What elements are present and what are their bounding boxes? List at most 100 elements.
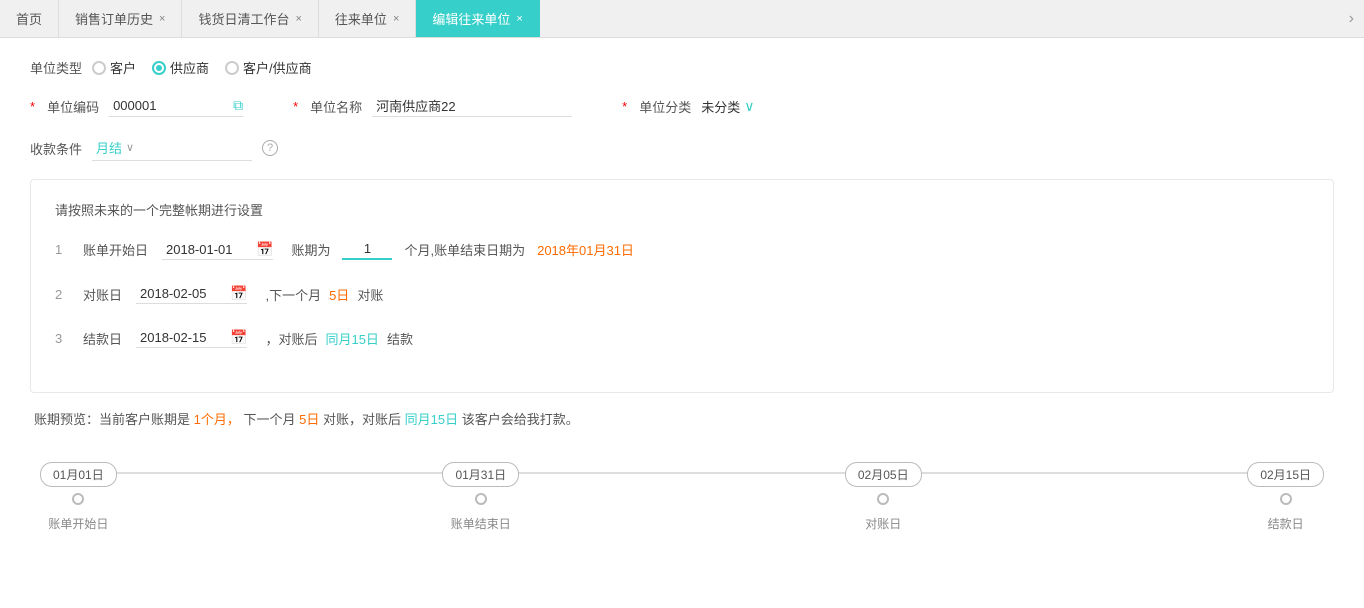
calendar-icon-1[interactable]: 📅 [256,241,273,258]
payment-terms-select[interactable]: 月结 ∨ [92,135,252,161]
payment-terms-row: 收款条件 月结 ∨ ? [30,135,1334,161]
timeline-points: 01月01日 账单开始日 01月31日 账单结束日 02月05日 对账日 02月… [40,462,1324,532]
tab-more-arrow[interactable]: › [1339,0,1364,37]
timeline-label-2: 对账日 [865,515,901,532]
radio-both[interactable]: 客户/供应商 [225,58,312,77]
payment-terms-help-icon[interactable]: ? [262,140,278,156]
unit-type-radio-group: 客户 供应商 客户/供应商 [92,58,312,77]
radio-supplier-circle [152,61,166,75]
radio-supplier[interactable]: 供应商 [152,58,209,77]
timeline-circle-2 [877,493,889,505]
preview-label: 账期预览：当前客户账期是 [34,412,190,427]
payment-terms-value: 月结 [96,138,122,157]
date-input-2: 📅 [136,284,247,304]
settings-title: 请按照未来的一个完整帐期进行设置 [55,200,1309,219]
tab-partner-close[interactable]: × [393,13,399,25]
tab-sales-order-close[interactable]: × [159,13,165,25]
tab-sales-order-label: 销售订单历史 [75,9,153,28]
setting-suffix-after-1: 个月,账单结束日期为 [404,240,525,259]
timeline-badge-3: 02月15日 [1247,462,1324,487]
timeline-badge-2: 02月05日 [845,462,922,487]
setting-row-2: 2 对账日 📅 ,下一个月 5日 对账 [55,284,1309,304]
timeline-point-2: 02月05日 对账日 [845,462,922,532]
unit-division-value: 未分类 [701,97,740,116]
tab-home[interactable]: 首页 [0,0,59,37]
preview-end: 该客户会给我打款。 [462,412,579,427]
unit-name-label: 单位名称 [310,97,362,116]
unit-division-label: 单位分类 [639,97,691,116]
tab-cash-work[interactable]: 钱货日清工作台 × [182,0,318,37]
date-input-3: 📅 [136,328,247,348]
radio-customer-label: 客户 [110,58,136,77]
radio-supplier-label: 供应商 [170,58,209,77]
tab-partner-label: 往来单位 [335,9,387,28]
date-input-1: 📅 [162,240,273,260]
unit-code-input-wrap: ⧉ [109,95,243,117]
timeline-label-3: 结款日 [1268,515,1304,532]
settings-panel: 请按照未来的一个完整帐期进行设置 1 账单开始日 📅 账期为 个月,账单结束日期… [30,179,1334,393]
radio-customer[interactable]: 客户 [92,58,136,77]
page-content: 单位类型 客户 供应商 客户/供应商 * 单位编码 ⧉ * 单位名称 [0,38,1364,608]
setting-num-3: 3 [55,331,75,346]
preview-row: 账期预览：当前客户账期是 1个月， 下一个月 5日 对账，对账后 同月15日 该… [30,409,1334,428]
reconcile-day: 5日 [329,285,349,304]
radio-customer-circle [92,61,106,75]
unit-division-star: * [622,99,627,114]
unit-fields-row: * 单位编码 ⧉ * 单位名称 * 单位分类 未分类 ∨ [30,95,1334,117]
date-field-3[interactable] [136,328,226,347]
date-field-1[interactable] [162,240,252,259]
unit-code-star: * [30,99,35,114]
unit-code-copy-icon[interactable]: ⧉ [233,97,243,114]
division-down-icon: ∨ [744,98,754,115]
timeline-label-0: 账单开始日 [48,515,108,532]
tab-edit-partner-close[interactable]: × [516,13,522,25]
tab-bar: 首页 销售订单历史 × 钱货日清工作台 × 往来单位 × 编辑往来单位 × › [0,0,1364,38]
setting-row-1: 1 账单开始日 📅 账期为 个月,账单结束日期为 2018年01月31日 [55,239,1309,260]
setting-suffix-after-2: 对账 [357,285,383,304]
unit-type-label: 单位类型 [30,58,82,77]
unit-type-row: 单位类型 客户 供应商 客户/供应商 [30,58,1334,77]
setting-row-3: 3 结款日 📅 ，对账后 同月15日 结款 [55,328,1309,348]
tab-cash-work-close[interactable]: × [295,13,301,25]
setting-label-2: 对账日 [83,285,122,304]
payment-terms-label: 收款条件 [30,139,82,158]
timeline-circle-1 [475,493,487,505]
billing-end-date: 2018年01月31日 [537,240,634,259]
payment-terms-down-icon: ∨ [126,141,134,154]
tab-sales-order[interactable]: 销售订单历史 × [59,0,182,37]
preview-pay: 同月15日 [405,412,458,427]
date-field-2[interactable] [136,284,226,303]
unit-division-select[interactable]: 未分类 ∨ [701,97,754,116]
setting-label-3: 结款日 [83,329,122,348]
timeline-point-3: 02月15日 结款日 [1247,462,1324,532]
unit-code-input[interactable] [109,95,229,116]
setting-num-1: 1 [55,242,75,257]
radio-both-circle [225,61,239,75]
timeline-badge-1: 01月31日 [442,462,519,487]
preview-period: 1个月， [194,412,240,427]
tab-partner[interactable]: 往来单位 × [319,0,416,37]
unit-name-star: * [293,99,298,114]
timeline-badge-0: 01月01日 [40,462,117,487]
pay-day: 同月15日 [325,329,378,348]
calendar-icon-2[interactable]: 📅 [230,285,247,302]
tab-edit-partner[interactable]: 编辑往来单位 × [416,0,539,37]
setting-suffix-after-3: 结款 [387,329,413,348]
timeline-point-1: 01月31日 账单结束日 [442,462,519,532]
setting-label-1: 账单开始日 [83,240,148,259]
preview-reconcile-day: 5日 [299,412,319,427]
setting-suffix-before-2: ,下一个月 [265,285,321,304]
timeline-point-0: 01月01日 账单开始日 [40,462,117,532]
unit-name-input[interactable] [372,95,572,117]
unit-code-label: 单位编码 [47,97,99,116]
period-input[interactable] [342,239,392,260]
preview-reconcile-pre: 下一个月 [244,412,296,427]
calendar-icon-3[interactable]: 📅 [230,329,247,346]
setting-suffix-before-1: 账期为 [291,240,330,259]
timeline: 01月01日 账单开始日 01月31日 账单结束日 02月05日 对账日 02月… [40,452,1324,562]
timeline-circle-3 [1280,493,1292,505]
tab-cash-work-label: 钱货日清工作台 [198,9,289,28]
preview-reconcile-post: 对账，对账后 [323,412,401,427]
timeline-label-1: 账单结束日 [451,515,511,532]
tab-home-label: 首页 [16,9,42,28]
